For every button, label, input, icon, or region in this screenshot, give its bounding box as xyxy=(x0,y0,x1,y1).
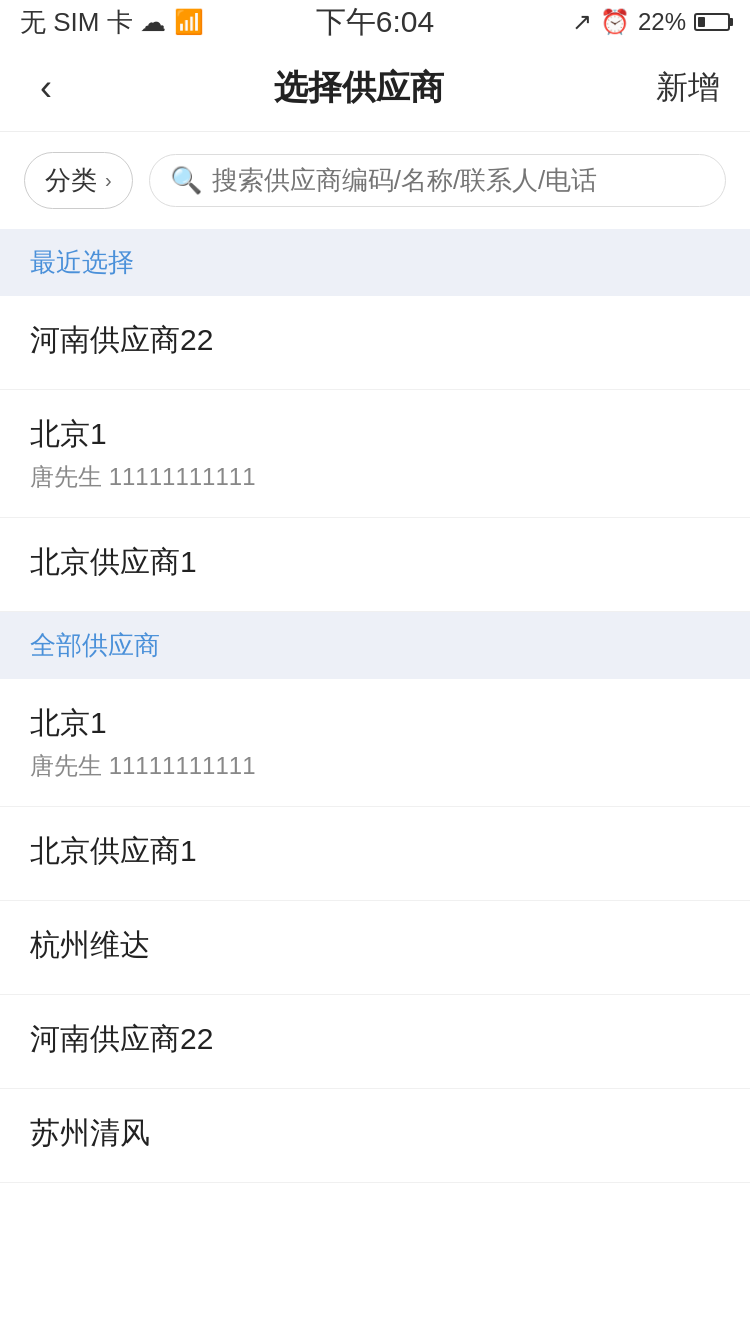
recent-list: 河南供应商22 北京1 唐先生 11111111111 北京供应商1 xyxy=(0,296,750,612)
nav-bar: ‹ 选择供应商 新增 xyxy=(0,44,750,132)
recent-section-header: 最近选择 xyxy=(0,229,750,296)
item-name: 北京供应商1 xyxy=(30,542,720,583)
no-sim-text: 无 SIM 卡 ☁ xyxy=(20,5,166,40)
item-name: 北京1 xyxy=(30,703,720,744)
battery-icon xyxy=(694,13,730,31)
recent-list-item[interactable]: 北京供应商1 xyxy=(0,518,750,612)
status-time: 下午6:04 xyxy=(316,2,434,43)
all-list-item[interactable]: 苏州清风 xyxy=(0,1089,750,1183)
add-button[interactable]: 新增 xyxy=(656,66,720,110)
search-input[interactable] xyxy=(212,165,705,196)
alarm-icon: ⏰ xyxy=(600,8,630,36)
battery-percent: 22% xyxy=(638,8,686,36)
status-left: 无 SIM 卡 ☁ 📶 xyxy=(20,5,204,40)
item-sub: 唐先生 11111111111 xyxy=(30,461,720,493)
all-list: 北京1 唐先生 11111111111 北京供应商1 杭州维达河南供应商22 苏州清风 xyxy=(0,679,750,1183)
category-label: 分类 xyxy=(45,163,97,198)
page-title: 选择供应商 xyxy=(274,65,444,111)
search-icon: 🔍 xyxy=(170,165,202,196)
filter-bar: 分类 › 🔍 xyxy=(0,132,750,229)
item-name: 河南供应商22 xyxy=(30,1019,720,1060)
item-name: 北京1 xyxy=(30,414,720,455)
category-filter[interactable]: 分类 › xyxy=(24,152,133,209)
item-name: 杭州维达 xyxy=(30,925,720,966)
search-box[interactable]: 🔍 xyxy=(149,154,726,207)
battery-icon-container xyxy=(694,13,730,31)
status-right: ↗ ⏰ 22% xyxy=(572,8,730,36)
all-list-item[interactable]: 杭州维达 xyxy=(0,901,750,995)
status-bar: 无 SIM 卡 ☁ 📶 下午6:04 ↗ ⏰ 22% xyxy=(0,0,750,44)
all-list-item[interactable]: 河南供应商22 xyxy=(0,995,750,1089)
wifi-icon: 📶 xyxy=(174,8,204,36)
recent-list-item[interactable]: 河南供应商22 xyxy=(0,296,750,390)
chevron-icon: › xyxy=(105,169,112,192)
item-name: 北京供应商1 xyxy=(30,831,720,872)
recent-list-item[interactable]: 北京1 唐先生 11111111111 xyxy=(0,390,750,518)
item-sub: 唐先生 11111111111 xyxy=(30,750,720,782)
all-list-item[interactable]: 北京1 唐先生 11111111111 xyxy=(0,679,750,807)
all-list-item[interactable]: 北京供应商1 xyxy=(0,807,750,901)
back-button[interactable]: ‹ xyxy=(30,57,62,119)
location-icon: ↗ xyxy=(572,8,592,36)
item-name: 河南供应商22 xyxy=(30,320,720,361)
all-section-header: 全部供应商 xyxy=(0,612,750,679)
item-name: 苏州清风 xyxy=(30,1113,720,1154)
